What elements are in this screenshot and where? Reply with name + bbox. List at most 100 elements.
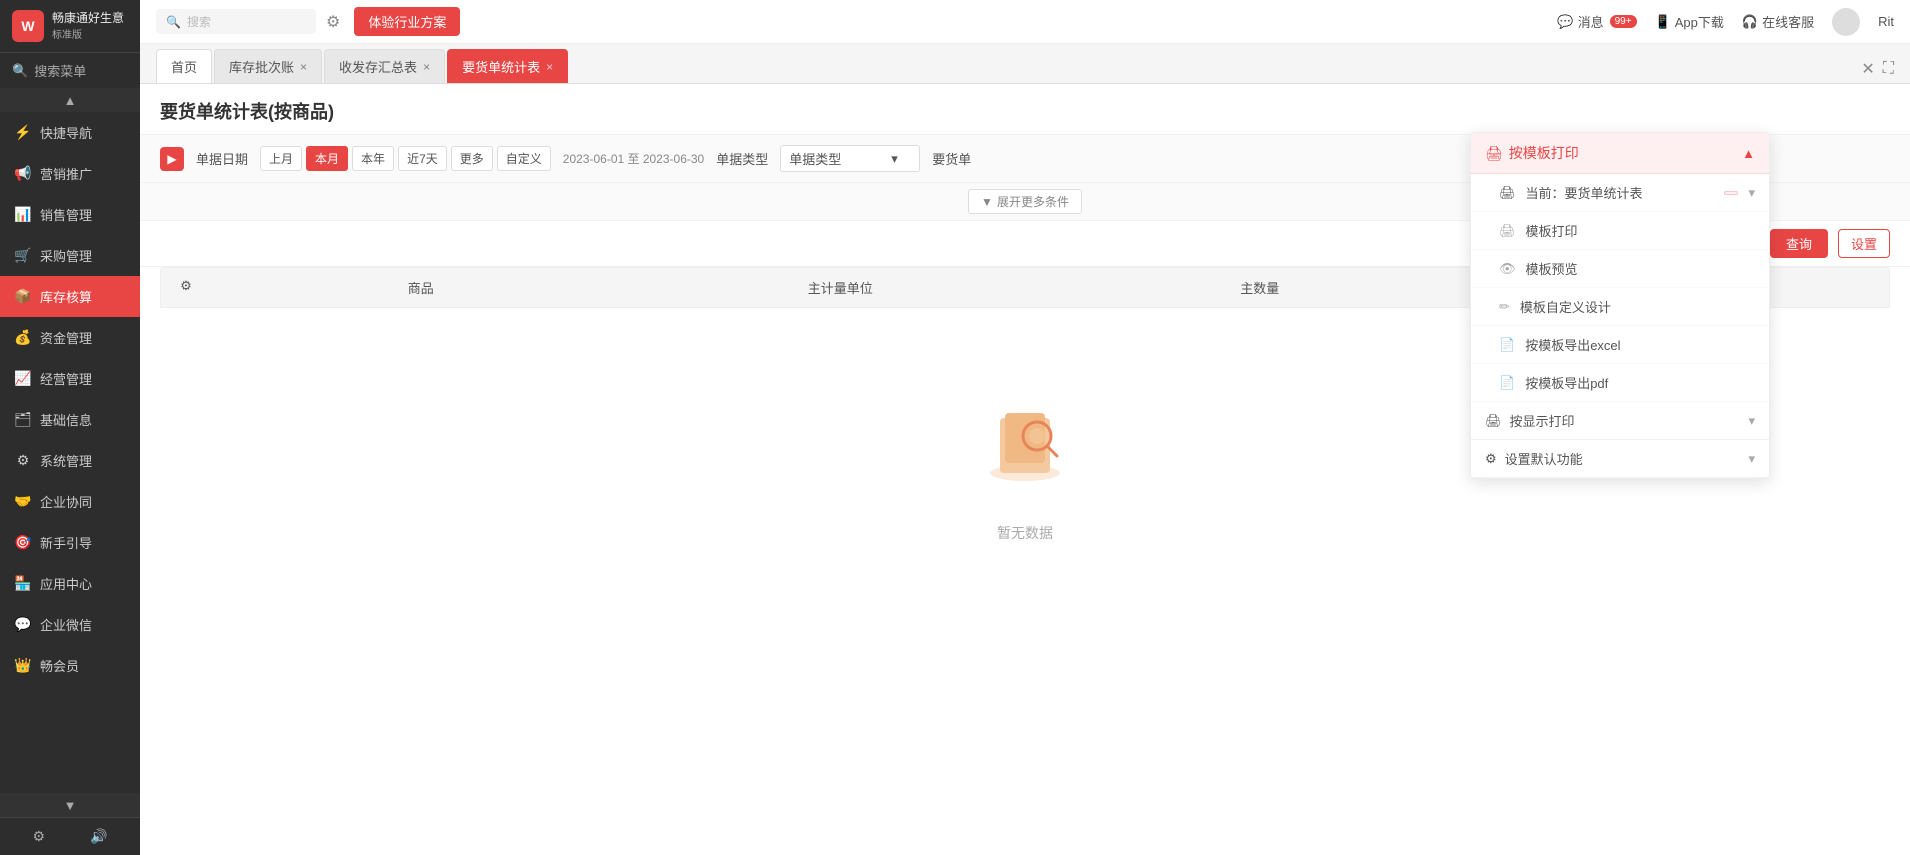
topbar-gear-icon[interactable]: ⚙ [326, 12, 340, 32]
sidebar-item-finance[interactable]: 💰 资金管理 [0, 317, 140, 358]
date-filter-label: 单据日期 [196, 149, 248, 168]
expand-more-button[interactable]: ▼ 展开更多条件 [968, 189, 1082, 214]
table-col-goods: 商品 [211, 268, 631, 307]
sidebar-item-wecom[interactable]: 💬 企业微信 [0, 604, 140, 645]
sidebar-item-quick-nav[interactable]: ⚡ 快捷导航 [0, 112, 140, 153]
home-tab-label: 首页 [171, 57, 197, 76]
app-sub: 标准版 [52, 26, 124, 41]
template-preview-icon: 👁 [1499, 261, 1516, 277]
page-header: 要货单统计表(按商品) [140, 84, 1910, 135]
sidebar-item-quick-nav-label: 快捷导航 [40, 123, 92, 142]
sidebar-search[interactable]: 🔍 搜索菜单 [0, 53, 140, 88]
tab-batch-account[interactable]: 库存批次账 × [214, 49, 322, 83]
date-btn-more[interactable]: 更多 [451, 146, 493, 171]
sidebar-item-sales[interactable]: 📊 销售管理 [0, 194, 140, 235]
query-button[interactable]: 查询 [1770, 229, 1828, 258]
set-default-left: ⚙ 设置默认功能 [1485, 449, 1583, 468]
dropdown-display-print[interactable]: 🖨 按显示打印 ▾ [1471, 402, 1769, 440]
sidebar-item-member[interactable]: 👑 畅会员 [0, 645, 140, 686]
date-btn-last-month[interactable]: 上月 [260, 146, 302, 171]
settings-icon[interactable]: ⚙ [33, 828, 46, 845]
dropdown-current-label: 当前：要货单统计表 [1526, 183, 1643, 202]
sidebar-item-enterprise-label: 企业协同 [40, 492, 92, 511]
table-col-settings[interactable]: ⚙ [161, 268, 211, 307]
dropdown-template-print[interactable]: 🖨 模板打印 [1471, 212, 1769, 250]
speaker-icon[interactable]: 🔊 [90, 828, 107, 845]
type-dropdown-chevron: ▾ [891, 151, 898, 167]
date-btn-this-year[interactable]: 本年 [352, 146, 394, 171]
tab-collect-summary[interactable]: 收发存汇总表 × [324, 49, 445, 83]
logo-icon: W [12, 10, 44, 42]
inventory-icon: 📦 [14, 288, 32, 305]
setting-button[interactable]: 设置 [1838, 229, 1890, 258]
sidebar-item-system-label: 系统管理 [40, 451, 92, 470]
operations-icon: 📈 [14, 370, 32, 387]
topbar: 🔍 搜索 ⚙ 体验行业方案 💬 消息 99+ 📱 App下载 🎧 在线客服 Ri… [140, 0, 1910, 44]
app-download-label: App下载 [1675, 12, 1724, 31]
sidebar-nav: ⚡ 快捷导航 📢 营销推广 📊 销售管理 🛒 采购管理 📦 库存核算 💰 资金管… [0, 112, 140, 793]
dropdown-template-preview[interactable]: 👁 模板预览 [1471, 250, 1769, 288]
set-default-label: 设置默认功能 [1505, 449, 1583, 468]
tab-actions: ✕ ⛶ [1861, 59, 1894, 83]
table-col-qty: 主数量 [1050, 268, 1470, 307]
sidebar-item-inventory[interactable]: 📦 库存核算 [0, 276, 140, 317]
date-btn-last-7days[interactable]: 近7天 [398, 146, 447, 171]
template-custom-label: 模板自定义设计 [1520, 297, 1611, 316]
sidebar-item-member-label: 畅会员 [40, 656, 79, 675]
sidebar-item-appstore[interactable]: 🏪 应用中心 [0, 563, 140, 604]
dropdown-current-item[interactable]: 🖨 当前：要货单统计表 ▾ [1471, 174, 1769, 212]
tab-maximize-button[interactable]: ⛶ [1883, 60, 1894, 78]
sidebar-item-system[interactable]: ⚙ 系统管理 [0, 440, 140, 481]
table-col-unit: 主计量单位 [631, 268, 1051, 307]
app-download-icon: 📱 [1655, 14, 1671, 30]
sidebar-item-guide[interactable]: 🎯 新手引导 [0, 522, 140, 563]
sidebar-item-purchase[interactable]: 🛒 采购管理 [0, 235, 140, 276]
app-download-item[interactable]: 📱 App下载 [1655, 12, 1724, 31]
dropdown-header: 🖨 按模板打印 ▲ [1471, 133, 1769, 174]
order-filter-label: 要货单 [932, 149, 971, 168]
sidebar-item-base[interactable]: 🗂 基础信息 [0, 399, 140, 440]
dropdown-set-default[interactable]: ⚙ 设置默认功能 ▾ [1471, 440, 1769, 478]
dropdown-template-pdf[interactable]: 📄 按模板导出pdf [1471, 364, 1769, 402]
filter-expand-btn[interactable]: ▶ [160, 147, 184, 171]
dropdown-chevron-up[interactable]: ▲ [1742, 146, 1755, 161]
username: Rit [1878, 14, 1894, 29]
sidebar-scroll-up[interactable]: ▲ [0, 88, 140, 112]
tab-order-stats[interactable]: 要货单统计表 × [447, 49, 568, 83]
topbar-search[interactable]: 🔍 搜索 [156, 9, 316, 34]
tabbar: 首页 库存批次账 × 收发存汇总表 × 要货单统计表 × ✕ ⛶ [140, 44, 1910, 84]
order-stats-close-icon[interactable]: × [546, 60, 553, 74]
sidebar-scroll-down[interactable]: ▼ [0, 793, 140, 817]
expand-more-label: 展开更多条件 [997, 193, 1069, 210]
type-filter-dropdown[interactable]: 单据类型 ▾ [780, 145, 920, 172]
batch-account-close-icon[interactable]: × [300, 60, 307, 74]
promo-button[interactable]: 体验行业方案 [354, 7, 460, 36]
finance-icon: 💰 [14, 329, 32, 346]
sidebar-item-sales-label: 销售管理 [40, 205, 92, 224]
message-icon: 💬 [1557, 14, 1573, 30]
online-service-item[interactable]: 🎧 在线客服 [1742, 12, 1814, 31]
dropdown-template-custom[interactable]: ✏ 模板自定义设计 [1471, 288, 1769, 326]
dropdown-template-excel[interactable]: 📄 按模板导出excel [1471, 326, 1769, 364]
avatar[interactable] [1832, 8, 1860, 36]
sidebar-item-enterprise[interactable]: 🤝 企业协同 [0, 481, 140, 522]
headset-icon: 🎧 [1742, 14, 1758, 30]
app-name: 畅康通好生意 [52, 11, 124, 27]
sidebar-item-operations[interactable]: 📈 经营管理 [0, 358, 140, 399]
tab-home[interactable]: 首页 [156, 49, 212, 83]
topbar-right: 💬 消息 99+ 📱 App下载 🎧 在线客服 Rit [1557, 8, 1894, 36]
sidebar-item-marketing[interactable]: 📢 营销推广 [0, 153, 140, 194]
message-item[interactable]: 💬 消息 99+ [1557, 12, 1636, 31]
current-badge [1724, 191, 1738, 195]
template-preview-label: 模板预览 [1526, 259, 1578, 278]
template-pdf-label: 按模板导出pdf [1525, 373, 1608, 392]
message-badge: 99+ [1610, 15, 1637, 28]
date-btn-custom[interactable]: 自定义 [497, 146, 551, 171]
marketing-icon: 📢 [14, 165, 32, 182]
date-btn-this-month[interactable]: 本月 [306, 146, 348, 171]
dropdown-print-icon: 🖨 [1485, 145, 1503, 162]
sidebar-item-wecom-label: 企业微信 [40, 615, 92, 634]
wecom-icon: 💬 [14, 616, 32, 633]
tab-close-button[interactable]: ✕ [1861, 59, 1874, 79]
collect-summary-close-icon[interactable]: × [423, 60, 430, 74]
